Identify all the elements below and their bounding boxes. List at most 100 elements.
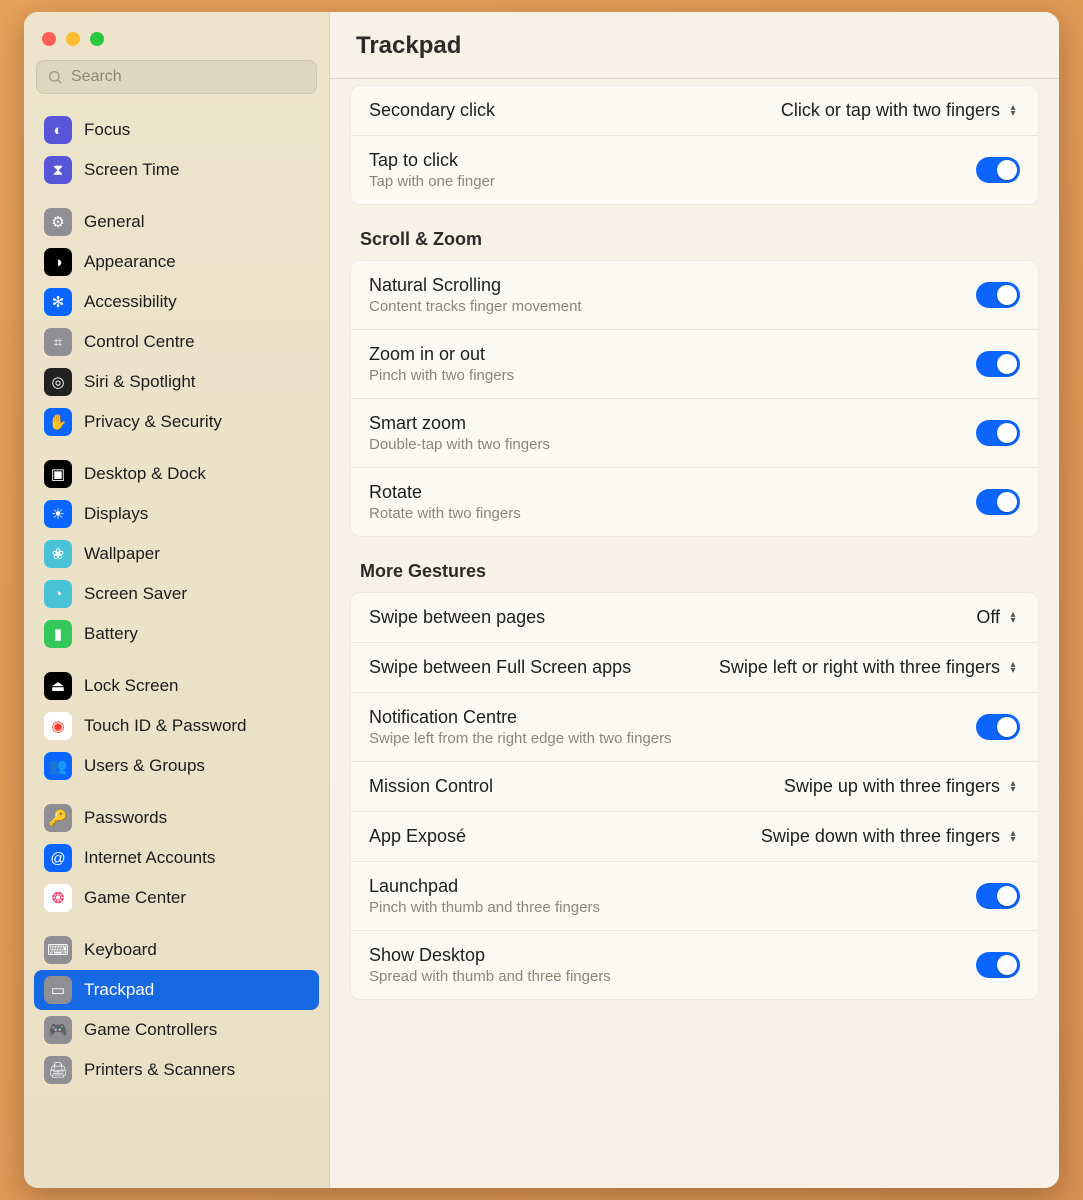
touch-id-password-icon: ◉ — [44, 712, 72, 740]
setting-sublabel: Rotate with two fingers — [369, 505, 521, 522]
control-centre-icon: ⌗ — [44, 328, 72, 356]
sidebar-item-label: Game Center — [84, 888, 186, 908]
sidebar-item-passwords[interactable]: 🔑Passwords — [34, 798, 319, 838]
sidebar-item-lock-screen[interactable]: ⏏Lock Screen — [34, 666, 319, 706]
search-icon — [47, 69, 63, 85]
sidebar-item-label: Battery — [84, 624, 138, 644]
mission-control-popup[interactable]: Swipe up with three fingers▴▾ — [784, 776, 1020, 797]
sidebar-item-focus[interactable]: ◐Focus — [34, 110, 319, 150]
chevron-updown-icon: ▴▾ — [1006, 828, 1020, 846]
sidebar-item-game-center[interactable]: ❂ Game Center — [34, 878, 319, 918]
app-expos--popup[interactable]: Swipe down with three fingers▴▾ — [761, 826, 1020, 847]
screen-saver-icon: ◔ — [44, 580, 72, 608]
sidebar-item-label: General — [84, 212, 144, 232]
natural-scrolling-toggle[interactable] — [976, 282, 1020, 308]
sidebar-item-label: Privacy & Security — [84, 412, 222, 432]
sidebar-item-accessibility[interactable]: ✻Accessibility — [34, 282, 319, 322]
sidebar-item-label: Printers & Scanners — [84, 1060, 235, 1080]
sidebar-item-wallpaper[interactable]: ❀Wallpaper — [34, 534, 319, 574]
setting-label: Rotate — [369, 482, 521, 503]
setting-row-zoom-in-or-out: Zoom in or outPinch with two fingers — [351, 330, 1038, 399]
sidebar-item-label: Desktop & Dock — [84, 464, 206, 484]
sidebar-item-privacy-security[interactable]: ✋Privacy & Security — [34, 402, 319, 442]
content-pane: Trackpad Secondary clickClick or tap wit… — [330, 12, 1059, 1188]
setting-row-natural-scrolling: Natural ScrollingContent tracks finger m… — [351, 261, 1038, 330]
sidebar-item-battery[interactable]: ▮Battery — [34, 614, 319, 654]
setting-label: App Exposé — [369, 826, 466, 847]
appearance-icon: ◑ — [44, 248, 72, 276]
setting-sublabel: Tap with one finger — [369, 173, 495, 190]
chevron-updown-icon: ▴▾ — [1006, 609, 1020, 627]
sidebar-item-keyboard[interactable]: ⌨Keyboard — [34, 930, 319, 970]
rotate-toggle[interactable] — [976, 489, 1020, 515]
sidebar-item-label: Touch ID & Password — [84, 716, 247, 736]
show-desktop-toggle[interactable] — [976, 952, 1020, 978]
section-title-scroll-zoom: Scroll & Zoom — [360, 229, 1029, 250]
panel-scroll[interactable]: Secondary clickClick or tap with two fin… — [330, 79, 1059, 1188]
sidebar-item-label: Screen Saver — [84, 584, 187, 604]
game-center-icon: ❂ — [44, 884, 72, 912]
sidebar-item-desktop-dock[interactable]: ▣Desktop & Dock — [34, 454, 319, 494]
setting-label: Smart zoom — [369, 413, 550, 434]
sidebar-item-label: Keyboard — [84, 940, 157, 960]
tap-to-click-toggle[interactable] — [976, 157, 1020, 183]
search-input[interactable] — [71, 68, 306, 86]
secondary-click-popup[interactable]: Click or tap with two fingers ▴▾ — [781, 100, 1020, 121]
launchpad-toggle[interactable] — [976, 883, 1020, 909]
minimize-icon[interactable] — [66, 32, 80, 46]
sidebar-item-screen-saver[interactable]: ◔ Screen Saver — [34, 574, 319, 614]
settings-window: ◐Focus ⧗ Screen Time ⚙General ◑ Appearance ✻Ac… — [24, 12, 1059, 1188]
screen-time-icon: ⧗ — [44, 156, 72, 184]
swipe-between-pages-popup[interactable]: Off ▴▾ — [976, 607, 1020, 628]
setting-sublabel: Double-tap with two fingers — [369, 436, 550, 453]
sidebar-item-label: Passwords — [84, 808, 167, 828]
setting-label: Swipe between Full Screen apps — [369, 657, 631, 678]
sidebar-item-label: Wallpaper — [84, 544, 160, 564]
maximize-icon[interactable] — [90, 32, 104, 46]
sidebar-item-label: Trackpad — [84, 980, 154, 1000]
settings-card-top: Secondary clickClick or tap with two fin… — [350, 85, 1039, 205]
swipe-between-full-screen-apps-popup[interactable]: Swipe left or right with three fingers▴▾ — [719, 657, 1020, 678]
sidebar-item-label: Appearance — [84, 252, 176, 272]
setting-row-swipe-between-full-screen-apps: Swipe between Full Screen apps Swipe left… — [351, 643, 1038, 693]
sidebar-item-general[interactable]: ⚙General — [34, 202, 319, 242]
printers-scanners-icon: 🖨 — [44, 1056, 72, 1084]
zoom-in-or-out-toggle[interactable] — [976, 351, 1020, 377]
setting-label: Swipe between pages — [369, 607, 545, 628]
sidebar-item-touch-id-password[interactable]: ◉ Touch ID & Password — [34, 706, 319, 746]
notification-centre-toggle[interactable] — [976, 714, 1020, 740]
chevron-updown-icon: ▴▾ — [1006, 102, 1020, 120]
setting-row-rotate: Rotate Rotate with two fingers — [351, 468, 1038, 536]
traffic-lights — [24, 24, 329, 60]
sidebar-item-screen-time[interactable]: ⧗ Screen Time — [34, 150, 319, 190]
displays-icon: ☀ — [44, 500, 72, 528]
popup-value: Click or tap with two fingers — [781, 100, 1000, 121]
setting-row-notification-centre: Notification CentreSwipe left from the r… — [351, 693, 1038, 762]
close-icon[interactable] — [42, 32, 56, 46]
sidebar-item-users-groups[interactable]: 👥Users & Groups — [34, 746, 319, 786]
search-field[interactable] — [36, 60, 317, 94]
setting-sublabel: Pinch with thumb and three fingers — [369, 899, 600, 916]
sidebar-nav: ◐Focus ⧗ Screen Time ⚙General ◑ Appearance ✻Ac… — [24, 104, 329, 1092]
sidebar-item-label: Screen Time — [84, 160, 179, 180]
sidebar-item-trackpad[interactable]: ▭Trackpad — [34, 970, 319, 1010]
sidebar-item-appearance[interactable]: ◑ Appearance — [34, 242, 319, 282]
sidebar-item-printers-scanners[interactable]: 🖨 Printers & Scanners — [34, 1050, 319, 1090]
smart-zoom-toggle[interactable] — [976, 420, 1020, 446]
setting-row-secondary-click: Secondary clickClick or tap with two fin… — [351, 86, 1038, 136]
sidebar-item-label: Users & Groups — [84, 756, 205, 776]
popup-value: Off — [976, 607, 1000, 628]
setting-label: Zoom in or out — [369, 344, 514, 365]
popup-value: Swipe left or right with three fingers — [719, 657, 1000, 678]
sidebar-item-internet-accounts[interactable]: @ Internet Accounts — [34, 838, 319, 878]
setting-row-mission-control: Mission ControlSwipe up with three finge… — [351, 762, 1038, 812]
internet-accounts-icon: @ — [44, 844, 72, 872]
sidebar-item-label: Internet Accounts — [84, 848, 215, 868]
sidebar-item-displays[interactable]: ☀Displays — [34, 494, 319, 534]
sidebar-item-control-centre[interactable]: ⌗Control Centre — [34, 322, 319, 362]
sidebar-item-game-controllers[interactable]: 🎮Game Controllers — [34, 1010, 319, 1050]
setting-label: Natural Scrolling — [369, 275, 582, 296]
setting-label: Tap to click — [369, 150, 495, 171]
sidebar-item-siri-spotlight[interactable]: ◎Siri & Spotlight — [34, 362, 319, 402]
sidebar-item-label: Game Controllers — [84, 1020, 217, 1040]
